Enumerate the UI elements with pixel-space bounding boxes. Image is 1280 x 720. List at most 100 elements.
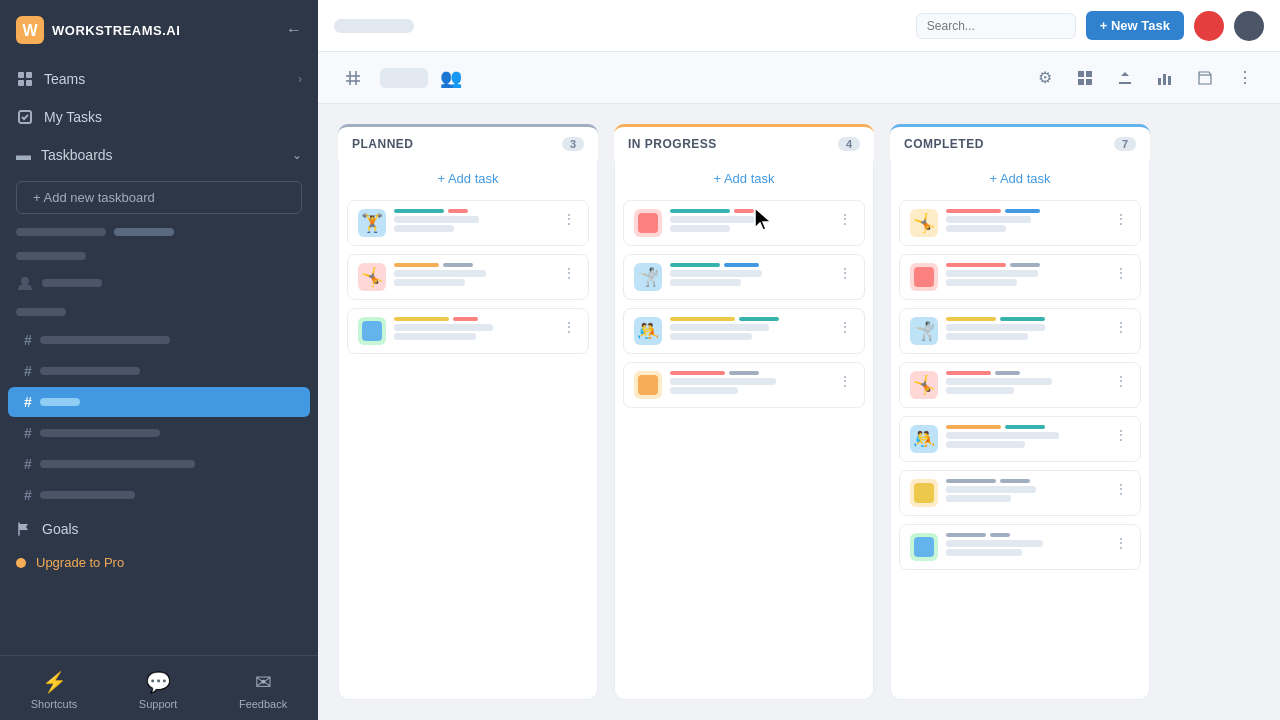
- sidebar-channel-2[interactable]: #: [8, 356, 310, 386]
- upgrade-dot-icon: [16, 558, 26, 568]
- export-button[interactable]: [1190, 63, 1220, 93]
- user-avatar-red[interactable]: [1194, 11, 1224, 41]
- column-planned: PLANNED 3 + Add task 🏋 ⋮: [338, 124, 598, 700]
- hashtag-view-button[interactable]: [338, 63, 368, 93]
- svg-rect-2: [18, 72, 24, 78]
- column-body-planned: + Add task 🏋 ⋮: [338, 161, 598, 700]
- task-avatar-planned-0: 🏋: [358, 209, 386, 237]
- people-icon[interactable]: 👥: [440, 67, 462, 89]
- add-task-button-planned[interactable]: + Add task: [339, 161, 597, 196]
- new-task-button[interactable]: + New Task: [1086, 11, 1184, 40]
- sidebar-skeleton-row-3: [0, 298, 318, 324]
- task-card-completed-5[interactable]: ⋮: [899, 470, 1141, 516]
- task-avatar-completed-5: [910, 479, 938, 507]
- support-icon: 💬: [146, 670, 171, 694]
- upgrade-label: Upgrade to Pro: [36, 555, 124, 570]
- sidebar-item-teams[interactable]: Teams ›: [0, 60, 318, 98]
- task-more-button-completed-1[interactable]: ⋮: [1112, 263, 1130, 283]
- task-card-planned-1[interactable]: 🤸 ⋮: [347, 254, 589, 300]
- shortcuts-icon: ⚡: [42, 670, 67, 694]
- more-options-button[interactable]: ⋮: [1230, 63, 1260, 93]
- search-input[interactable]: [916, 13, 1076, 39]
- task-card-planned-2[interactable]: ⋮: [347, 308, 589, 354]
- sidebar-channel-1[interactable]: #: [8, 325, 310, 355]
- task-card-completed-0[interactable]: 🤸 ⋮: [899, 200, 1141, 246]
- view-toolbar: 👥 ⚙ ⋮: [318, 52, 1280, 104]
- task-card-completed-1[interactable]: ⋮: [899, 254, 1141, 300]
- add-task-button-completed[interactable]: + Add task: [891, 161, 1149, 196]
- sidebar-goals[interactable]: Goals: [0, 511, 318, 547]
- task-card-completed-4[interactable]: 🤼 ⋮: [899, 416, 1141, 462]
- main-content: + New Task 👥 ⚙: [318, 0, 1280, 720]
- teams-chevron-icon: ›: [298, 72, 302, 86]
- settings-button[interactable]: ⚙: [1030, 63, 1060, 93]
- task-more-button-planned-1[interactable]: ⋮: [560, 263, 578, 283]
- task-card-in-progress-0[interactable]: ⋮: [623, 200, 865, 246]
- task-more-button-in-progress-1[interactable]: ⋮: [836, 263, 854, 283]
- svg-text:W: W: [22, 22, 38, 39]
- import-button[interactable]: [1110, 63, 1140, 93]
- user-avatar-dark[interactable]: [1234, 11, 1264, 41]
- task-more-button-in-progress-3[interactable]: ⋮: [836, 371, 854, 391]
- svg-rect-18: [1168, 76, 1171, 85]
- task-more-button-in-progress-2[interactable]: ⋮: [836, 317, 854, 337]
- collapse-sidebar-button[interactable]: ←: [286, 21, 302, 39]
- task-card-in-progress-3[interactable]: ⋮: [623, 362, 865, 408]
- task-card-in-progress-1[interactable]: 🤺 ⋮: [623, 254, 865, 300]
- task-more-button-planned-0[interactable]: ⋮: [560, 209, 578, 229]
- task-more-button-completed-6[interactable]: ⋮: [1112, 533, 1130, 553]
- task-avatar-completed-1: [910, 263, 938, 291]
- top-bar-left: [334, 19, 414, 33]
- feedback-label: Feedback: [239, 698, 287, 710]
- task-more-button-completed-5[interactable]: ⋮: [1112, 479, 1130, 499]
- task-avatar-completed-4: 🤼: [910, 425, 938, 453]
- add-task-button-in-progress[interactable]: + Add task: [615, 161, 873, 196]
- top-bar-right: + New Task: [916, 11, 1264, 41]
- task-card-in-progress-2[interactable]: 🤼 ⋮: [623, 308, 865, 354]
- upgrade-to-pro[interactable]: Upgrade to Pro: [0, 547, 318, 578]
- logo-text: WORKSTREAMS.AI: [52, 23, 180, 38]
- support-button[interactable]: 💬 Support: [127, 666, 190, 714]
- sidebar-taskboards-header[interactable]: ▬ Taskboards ⌄: [0, 136, 318, 173]
- view-toolbar-left: 👥: [338, 63, 462, 93]
- teams-label: Teams: [44, 71, 85, 87]
- svg-rect-12: [1078, 71, 1084, 77]
- task-card-planned-0[interactable]: 🏋 ⋮: [347, 200, 589, 246]
- column-title-in-progress: IN PROGRESS: [628, 137, 717, 151]
- task-avatar-in-progress-1: 🤺: [634, 263, 662, 291]
- task-card-completed-2[interactable]: 🤺 ⋮: [899, 308, 1141, 354]
- task-more-button-planned-2[interactable]: ⋮: [560, 317, 578, 337]
- task-avatar-planned-1: 🤸: [358, 263, 386, 291]
- sidebar: W WORKSTREAMS.AI ← Teams › My Tasks: [0, 0, 318, 720]
- add-taskboard-button[interactable]: + Add new taskboard: [16, 181, 302, 214]
- column-count-planned: 3: [562, 137, 584, 151]
- svg-rect-4: [18, 80, 24, 86]
- column-body-in-progress: + Add task ⋮ �: [614, 161, 874, 700]
- view-label[interactable]: [380, 68, 428, 88]
- chart-button[interactable]: [1150, 63, 1180, 93]
- grid-view-button[interactable]: [1070, 63, 1100, 93]
- task-more-button-in-progress-0[interactable]: ⋮: [836, 209, 854, 229]
- task-card-completed-6[interactable]: ⋮: [899, 524, 1141, 570]
- shortcuts-button[interactable]: ⚡ Shortcuts: [19, 666, 89, 714]
- task-avatar-completed-6: [910, 533, 938, 561]
- feedback-button[interactable]: ✉ Feedback: [227, 666, 299, 714]
- svg-rect-14: [1078, 79, 1084, 85]
- sidebar-item-my-tasks[interactable]: My Tasks: [0, 98, 318, 136]
- sidebar-nav: Teams › My Tasks ▬ Taskboards ⌄ + Add ne…: [0, 60, 318, 655]
- task-avatar-completed-2: 🤺: [910, 317, 938, 345]
- sidebar-channel-4[interactable]: #: [8, 418, 310, 448]
- task-more-button-completed-0[interactable]: ⋮: [1112, 209, 1130, 229]
- task-more-button-completed-3[interactable]: ⋮: [1112, 371, 1130, 391]
- task-avatar-in-progress-3: [634, 371, 662, 399]
- top-bar: + New Task: [318, 0, 1280, 52]
- svg-rect-15: [1086, 79, 1092, 85]
- column-count-in-progress: 4: [838, 137, 860, 151]
- task-more-button-completed-2[interactable]: ⋮: [1112, 317, 1130, 337]
- task-more-button-completed-4[interactable]: ⋮: [1112, 425, 1130, 445]
- task-card-completed-3[interactable]: 🤸 ⋮: [899, 362, 1141, 408]
- sidebar-channel-6[interactable]: #: [8, 480, 310, 510]
- sidebar-channel-3-active[interactable]: #: [8, 387, 310, 417]
- sidebar-channel-5[interactable]: #: [8, 449, 310, 479]
- column-in-progress: IN PROGRESS 4 + Add task ⋮: [614, 124, 874, 700]
